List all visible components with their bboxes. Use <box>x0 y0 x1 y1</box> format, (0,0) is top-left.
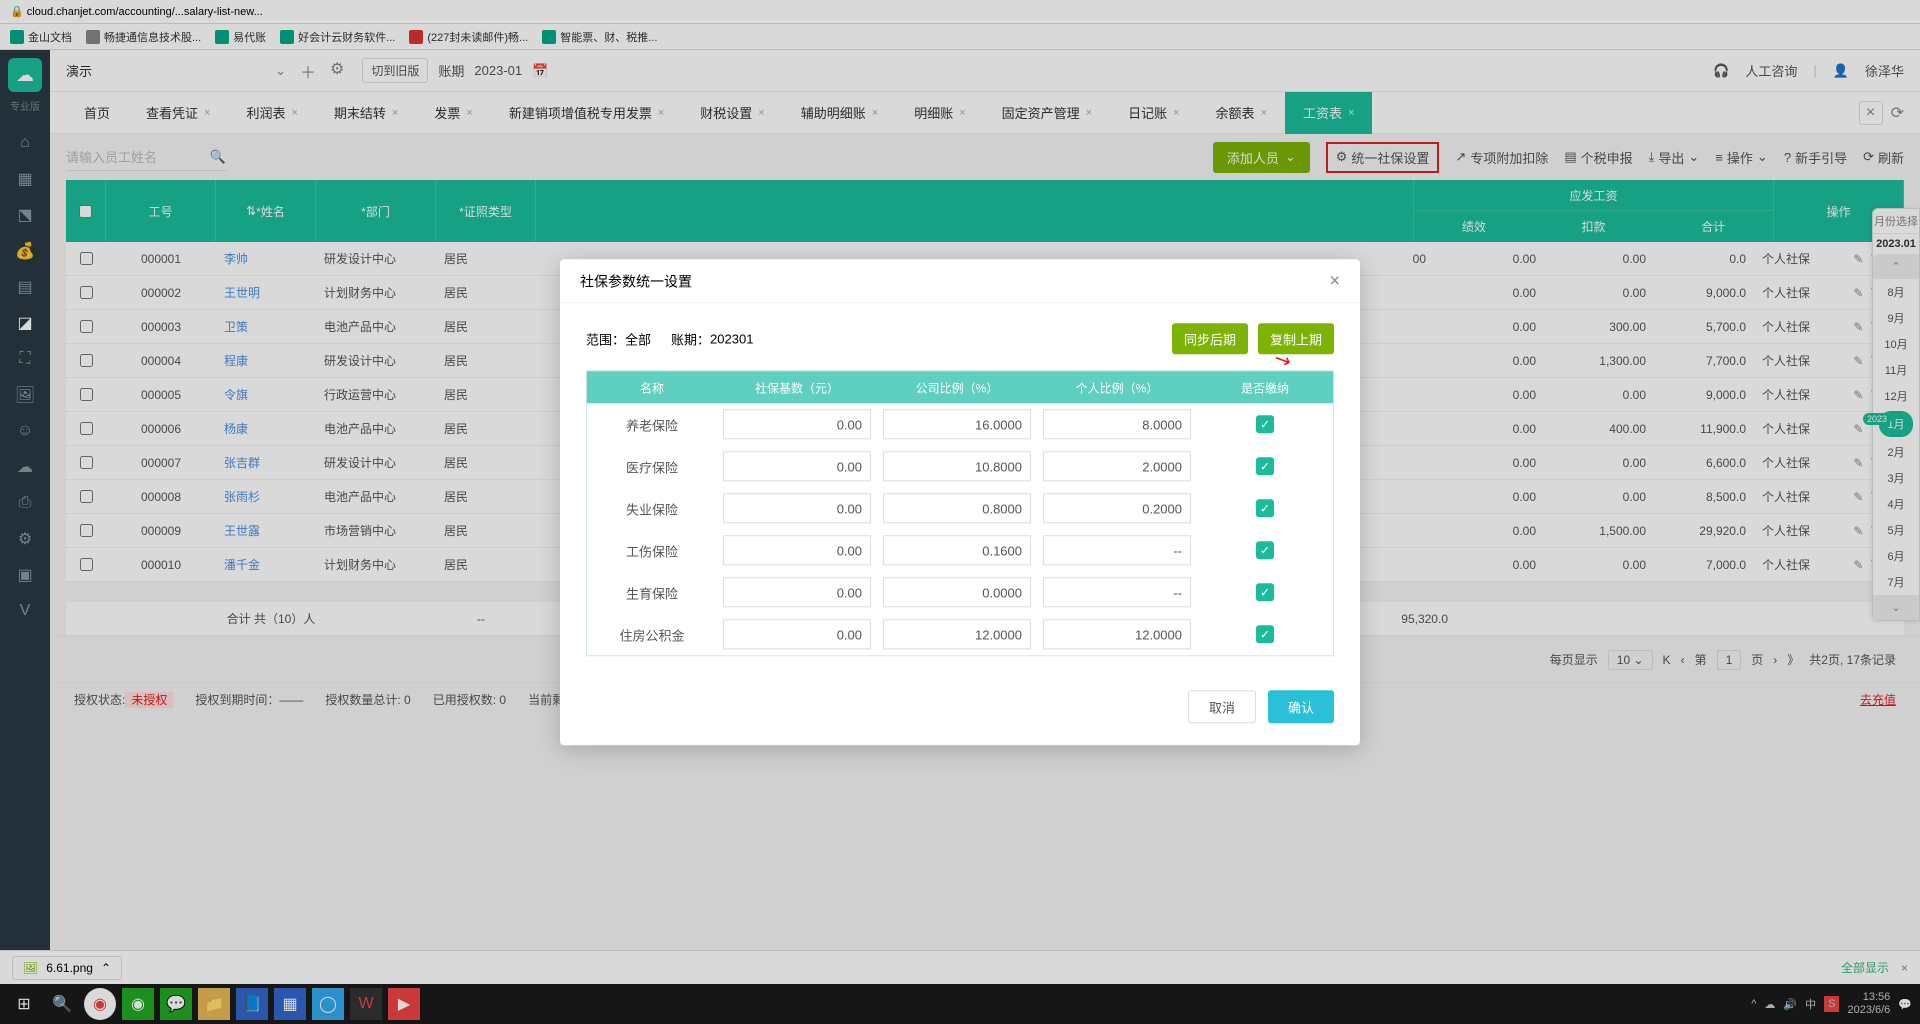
modal-period-value: 202301 <box>710 331 753 346</box>
social-insurance-modal: 社保参数统一设置 × 范围： 全部 账期： 202301 同步后期 复制上期 ↘… <box>560 259 1360 745</box>
ph-corp: 公司比例（%） <box>877 371 1037 403</box>
scope-value: 全部 <box>625 329 651 348</box>
param-table: 名称 社保基数（元） 公司比例（%） 个人比例（%） 是否缴纳 养老保险 ✓ 医… <box>586 370 1334 656</box>
corp-ratio-input[interactable] <box>883 493 1031 523</box>
param-row: 工伤保险 ✓ <box>587 529 1333 571</box>
ph-base: 社保基数（元） <box>717 371 877 403</box>
personal-ratio-input[interactable] <box>1043 535 1191 565</box>
pay-checkbox[interactable]: ✓ <box>1256 541 1274 559</box>
param-name: 工伤保险 <box>587 541 717 560</box>
sync-later-button[interactable]: 同步后期 <box>1172 323 1248 354</box>
scope-label: 范围： <box>586 329 625 348</box>
corp-ratio-input[interactable] <box>883 619 1031 649</box>
personal-ratio-input[interactable] <box>1043 619 1191 649</box>
copy-previous-button[interactable]: 复制上期 ↘ <box>1258 323 1334 354</box>
personal-ratio-input[interactable] <box>1043 451 1191 481</box>
cancel-button[interactable]: 取消 <box>1188 690 1256 723</box>
modal-title: 社保参数统一设置 <box>580 271 692 291</box>
personal-ratio-input[interactable] <box>1043 409 1191 439</box>
ph-pay: 是否缴纳 <box>1197 371 1333 403</box>
pay-checkbox[interactable]: ✓ <box>1256 583 1274 601</box>
corp-ratio-input[interactable] <box>883 409 1031 439</box>
close-icon[interactable]: × <box>1329 270 1340 291</box>
confirm-button[interactable]: 确认 <box>1268 690 1334 723</box>
base-input[interactable] <box>723 493 871 523</box>
param-row: 养老保险 ✓ <box>587 403 1333 445</box>
corp-ratio-input[interactable] <box>883 535 1031 565</box>
base-input[interactable] <box>723 619 871 649</box>
personal-ratio-input[interactable] <box>1043 577 1191 607</box>
ph-name: 名称 <box>587 371 717 403</box>
param-name: 生育保险 <box>587 583 717 602</box>
ph-pers: 个人比例（%） <box>1037 371 1197 403</box>
pay-checkbox[interactable]: ✓ <box>1256 457 1274 475</box>
base-input[interactable] <box>723 451 871 481</box>
param-row: 生育保险 ✓ <box>587 571 1333 613</box>
personal-ratio-input[interactable] <box>1043 493 1191 523</box>
param-name: 失业保险 <box>587 499 717 518</box>
param-name: 养老保险 <box>587 415 717 434</box>
corp-ratio-input[interactable] <box>883 577 1031 607</box>
param-row: 失业保险 ✓ <box>587 487 1333 529</box>
base-input[interactable] <box>723 409 871 439</box>
param-row: 医疗保险 ✓ <box>587 445 1333 487</box>
corp-ratio-input[interactable] <box>883 451 1031 481</box>
pay-checkbox[interactable]: ✓ <box>1256 625 1274 643</box>
pay-checkbox[interactable]: ✓ <box>1256 415 1274 433</box>
base-input[interactable] <box>723 535 871 565</box>
param-name: 医疗保险 <box>587 457 717 476</box>
modal-period-label: 账期： <box>671 329 710 348</box>
base-input[interactable] <box>723 577 871 607</box>
param-name: 住房公积金 <box>587 625 717 644</box>
pay-checkbox[interactable]: ✓ <box>1256 499 1274 517</box>
param-row: 住房公积金 ✓ <box>587 613 1333 655</box>
